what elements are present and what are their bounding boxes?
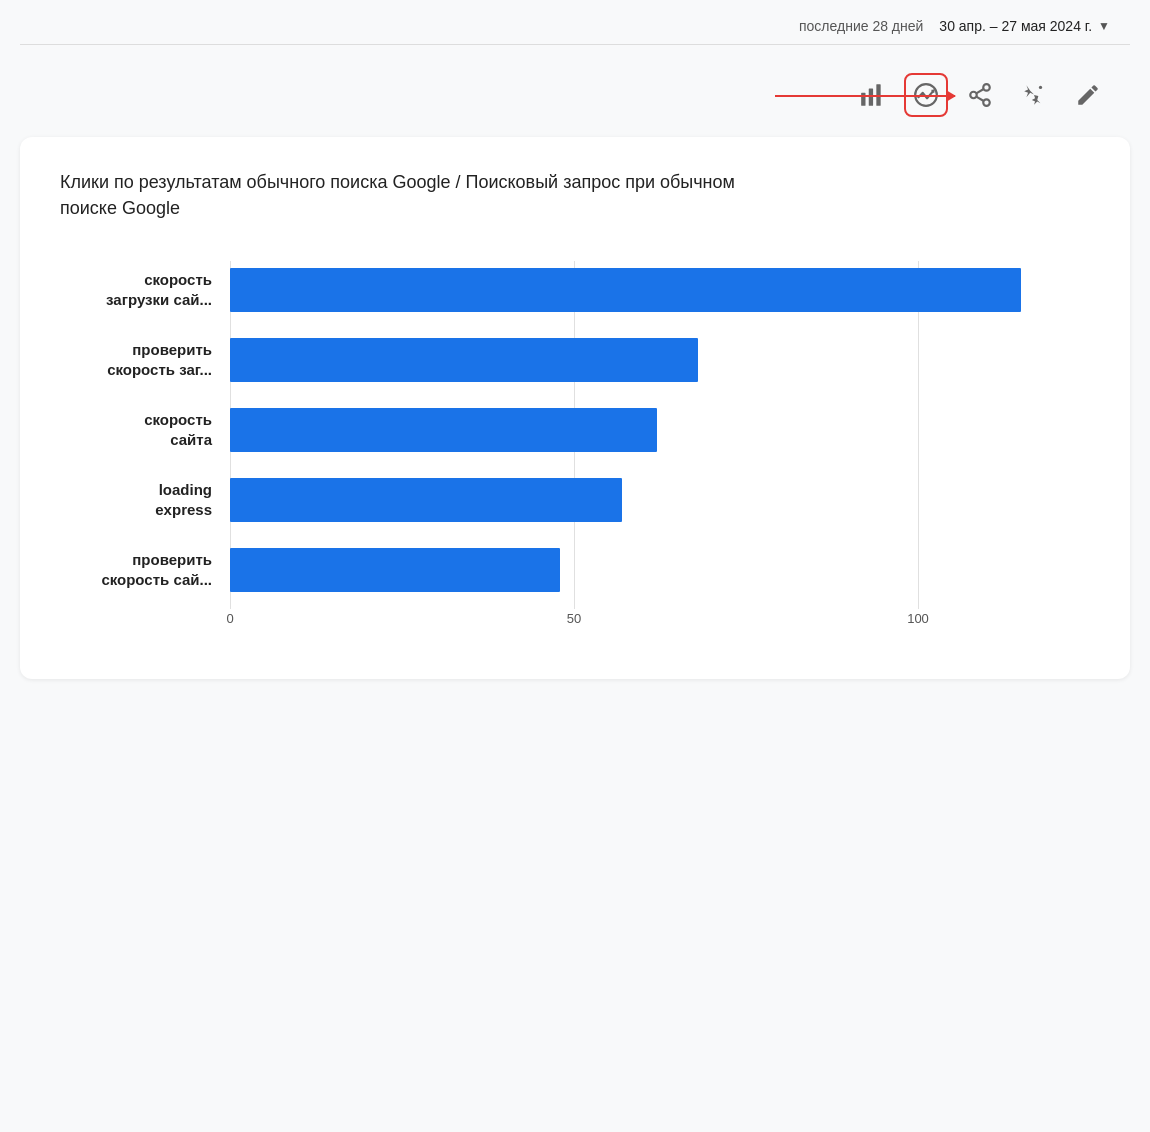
bar-container-1: [230, 264, 1090, 316]
chart-area: скорость загрузки сай... проверить скоро…: [60, 261, 1090, 639]
svg-point-6: [983, 99, 990, 106]
bar-container-2: [230, 334, 1090, 386]
bar-container-3: [230, 404, 1090, 456]
bar-4: [230, 478, 622, 522]
svg-line-7: [976, 97, 983, 101]
bar-row-2: проверить скорость заг...: [60, 331, 1090, 389]
bar-row-4: loading express: [60, 471, 1090, 529]
svg-point-4: [983, 84, 990, 91]
x-tick-100: 100: [907, 611, 929, 626]
share-icon: [967, 82, 993, 108]
chart-card: Клики по результатам обычного поиска Goo…: [20, 137, 1130, 679]
bar-container-4: [230, 474, 1090, 526]
edit-icon: [1075, 82, 1101, 108]
bar-1: [230, 268, 1021, 312]
x-axis-ticks: 0 50 100: [230, 611, 1090, 639]
date-label: последние 28 дней: [799, 18, 923, 34]
bar-3: [230, 408, 657, 452]
date-range[interactable]: 30 апр. – 27 мая 2024 г. ▼: [939, 18, 1110, 34]
share-button[interactable]: [958, 73, 1002, 117]
bar-label-5: проверить скорость сай...: [60, 550, 230, 591]
x-axis: 0 50 100: [230, 611, 1090, 639]
bar-label-1: скорость загрузки сай...: [60, 270, 230, 311]
bars-section: скорость загрузки сай... проверить скоро…: [60, 261, 1090, 639]
edit-button[interactable]: [1066, 73, 1110, 117]
bar-label-3: скорость сайта: [60, 410, 230, 451]
bar-container-5: [230, 544, 1090, 596]
bar-label-4: loading express: [60, 480, 230, 521]
bar-row-5: проверить скорость сай...: [60, 541, 1090, 599]
divider: [20, 44, 1130, 45]
bar-label-2: проверить скорость заг...: [60, 340, 230, 381]
arrow-line: [775, 95, 955, 97]
sparkle-icon: [1021, 82, 1047, 108]
chart-title: Клики по результатам обычного поиска Goo…: [60, 169, 780, 221]
toolbar-row: [0, 65, 1150, 127]
svg-point-9: [1039, 86, 1042, 89]
bar-row-3: скорость сайта: [60, 401, 1090, 459]
bar-5: [230, 548, 560, 592]
svg-line-8: [976, 89, 983, 93]
bar-2: [230, 338, 698, 382]
svg-rect-1: [869, 89, 873, 106]
svg-point-5: [970, 92, 977, 99]
chevron-down-icon: ▼: [1098, 19, 1110, 33]
top-bar: последние 28 дней 30 апр. – 27 мая 2024 …: [0, 0, 1150, 44]
annotation-arrow: [775, 95, 955, 97]
x-tick-0: 0: [226, 611, 233, 626]
bar-row-1: скорость загрузки сай...: [60, 261, 1090, 319]
sparkle-button[interactable]: [1012, 73, 1056, 117]
x-tick-50: 50: [567, 611, 581, 626]
date-range-text: 30 апр. – 27 мая 2024 г.: [939, 18, 1092, 34]
